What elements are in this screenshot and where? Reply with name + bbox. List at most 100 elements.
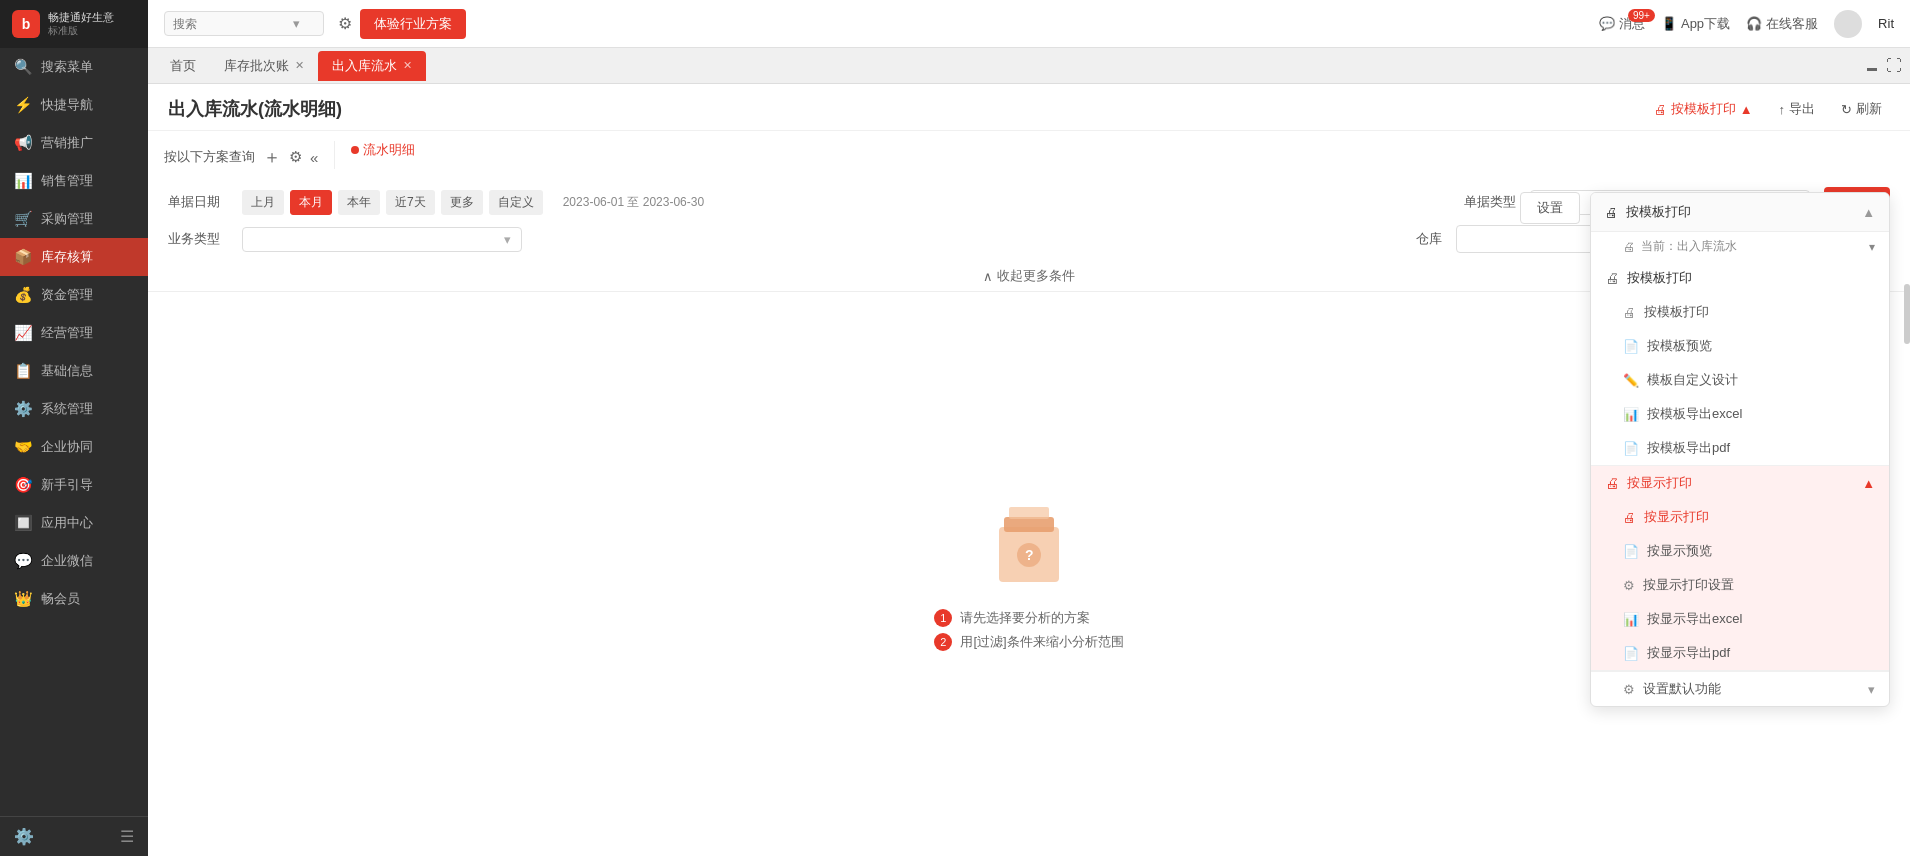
sidebar-marketing-label: 营销推广 [41, 134, 93, 152]
display-export-pdf-label: 按显示导出pdf [1647, 644, 1730, 662]
warehouse-label: 仓库 [1416, 230, 1442, 248]
template-print-item[interactable]: 🖨 按模板打印 [1591, 295, 1889, 329]
date-custom-btn[interactable]: 自定义 [489, 190, 543, 215]
set-default-label: 设置默认功能 [1643, 680, 1721, 698]
display-print-settings-item[interactable]: ⚙ 按显示打印设置 [1591, 568, 1889, 602]
template-export-excel-label: 按模板导出excel [1647, 405, 1742, 423]
template-print-section: 🖨 按模板打印 🖨 按模板打印 📄 按模板预览 ✏️ 模板自定义设计 [1591, 261, 1889, 466]
user-avatar[interactable] [1834, 10, 1862, 38]
date-prev-month-btn[interactable]: 上月 [242, 190, 284, 215]
search-input[interactable] [173, 17, 293, 31]
sidebar-item-apps[interactable]: 🔲应用中心 [0, 504, 148, 542]
sidebar-operations-label: 经营管理 [41, 324, 93, 342]
empty-tip-2: 2 用[过滤]条件来缩小分析范围 [934, 633, 1123, 651]
sidebar-item-collab[interactable]: 🤝企业协同 [0, 428, 148, 466]
tab-minimize-icon[interactable]: 🗕 [1864, 57, 1880, 75]
filter-controls-col: 按以下方案查询 ＋ ⚙ « [164, 141, 335, 169]
message-badge: 99+ [1628, 9, 1655, 22]
display-print-section-header[interactable]: 🖨 按显示打印 ▲ [1591, 466, 1889, 500]
sidebar-item-basic[interactable]: 📋基础信息 [0, 352, 148, 390]
tab-maximize-icon[interactable]: ⛶ [1886, 57, 1902, 75]
biz-type-select[interactable]: ▾ [242, 227, 522, 252]
empty-tip-1: 1 请先选择要分析的方案 [934, 609, 1123, 627]
export-button[interactable]: ↑ 导出 [1771, 96, 1824, 122]
page-actions: 🖨 按模板打印 ▲ ↑ 导出 ↻ 刷新 [1646, 96, 1890, 122]
topbar-gear-icon[interactable]: ⚙ [338, 14, 352, 33]
current-chevron-icon[interactable]: ▾ [1869, 240, 1875, 254]
sidebar-item-search[interactable]: 🔍搜索菜单 [0, 48, 148, 86]
tab-batch-close-icon[interactable]: ✕ [295, 59, 304, 72]
logo-subtitle: 标准版 [48, 24, 114, 38]
sidebar-item-guide[interactable]: 🎯新手引导 [0, 466, 148, 504]
print-current-label: 🖨 当前：出入库流水 ▾ [1591, 232, 1889, 261]
tab-home[interactable]: 首页 [156, 51, 210, 81]
sidebar-item-finance[interactable]: 💰资金管理 [0, 276, 148, 314]
display-export-excel-item[interactable]: 📊 按显示导出excel [1591, 602, 1889, 636]
logo-icon: b [12, 10, 40, 38]
sidebar-inventory-label: 库存核算 [41, 248, 93, 266]
display-preview-item[interactable]: 📄 按显示预览 [1591, 534, 1889, 568]
sidebar-item-purchase[interactable]: 🛒采购管理 [0, 200, 148, 238]
sidebar-operations-icon: 📈 [14, 324, 33, 342]
date-range-display: 2023-06-01 至 2023-06-30 [563, 194, 704, 211]
sidebar-item-member[interactable]: 👑畅会员 [0, 580, 148, 618]
template-export-pdf-item[interactable]: 📄 按模板导出pdf [1591, 431, 1889, 465]
page-title: 出入库流水(流水明细) [168, 97, 342, 121]
sidebar-collab-label: 企业协同 [41, 438, 93, 456]
display-export-pdf-item[interactable]: 📄 按显示导出pdf [1591, 636, 1889, 670]
svg-text:?: ? [1025, 547, 1034, 563]
display-export-excel-icon: 📊 [1623, 612, 1639, 627]
filter-add-icon[interactable]: ＋ [263, 145, 281, 169]
settings-icon[interactable]: ⚙️ [14, 827, 34, 846]
industry-solution-button[interactable]: 体验行业方案 [360, 9, 466, 39]
app-download-button[interactable]: 📱 App下载 [1661, 15, 1730, 33]
filter-settings-icon[interactable]: ⚙ [289, 148, 302, 166]
template-print-section-label: 按模板打印 [1627, 269, 1692, 287]
display-print-section-label: 按显示打印 [1627, 474, 1692, 492]
tag-label: 流水明细 [363, 141, 415, 159]
display-print-section: 🖨 按显示打印 ▲ 🖨 按显示打印 📄 按显示预览 ⚙ 按显示打印设置 [1591, 466, 1889, 671]
date-this-year-btn[interactable]: 本年 [338, 190, 380, 215]
template-preview-item[interactable]: 📄 按模板预览 [1591, 329, 1889, 363]
menu-collapse-icon[interactable]: ☰ [120, 827, 134, 846]
tag-dot-icon [351, 146, 359, 154]
sidebar-wechat-icon: 💬 [14, 552, 33, 570]
message-button[interactable]: 💬 消息 99+ [1599, 15, 1645, 33]
app-icon: 📱 [1661, 16, 1677, 31]
print-dropdown-header-chevron-icon[interactable]: ▲ [1862, 205, 1875, 220]
topbar-right: 💬 消息 99+ 📱 App下载 🎧 在线客服 Rit [1599, 10, 1894, 38]
tab-flow-close-icon[interactable]: ✕ [403, 59, 412, 72]
refresh-button[interactable]: ↻ 刷新 [1833, 96, 1890, 122]
topbar-search-box[interactable]: ▾ [164, 11, 324, 36]
template-export-excel-item[interactable]: 📊 按模板导出excel [1591, 397, 1889, 431]
filter-collapse-icon[interactable]: « [310, 149, 318, 166]
template-print-section-header[interactable]: 🖨 按模板打印 [1591, 261, 1889, 295]
sidebar-logo: b 畅捷通好生意 标准版 [0, 0, 148, 48]
print-template-button[interactable]: 🖨 按模板打印 ▲ [1646, 96, 1761, 122]
settings-button[interactable]: 设置 [1520, 192, 1580, 224]
set-default-item[interactable]: ⚙ 设置默认功能 ▾ [1591, 671, 1889, 706]
sidebar-item-sales[interactable]: 📊销售管理 [0, 162, 148, 200]
date-last7-btn[interactable]: 近7天 [386, 190, 435, 215]
online-service-button[interactable]: 🎧 在线客服 [1746, 15, 1818, 33]
sidebar-item-shortcut[interactable]: ⚡快捷导航 [0, 86, 148, 124]
sidebar-basic-label: 基础信息 [41, 362, 93, 380]
sidebar-member-icon: 👑 [14, 590, 33, 608]
sidebar-item-system[interactable]: ⚙️系统管理 [0, 390, 148, 428]
display-print-item[interactable]: 🖨 按显示打印 [1591, 500, 1889, 534]
empty-illustration: ? [979, 497, 1079, 597]
template-design-item[interactable]: ✏️ 模板自定义设计 [1591, 363, 1889, 397]
export-icon: ↑ [1779, 102, 1786, 117]
date-this-month-btn[interactable]: 本月 [290, 190, 332, 215]
date-more-btn[interactable]: 更多 [441, 190, 483, 215]
sidebar-item-marketing[interactable]: 📢营销推广 [0, 124, 148, 162]
tab-batch[interactable]: 库存批次账 ✕ [210, 51, 318, 81]
print-dropdown-header-icon: 🖨 [1605, 205, 1618, 220]
display-print-item-icon: 🖨 [1623, 510, 1636, 525]
sidebar-item-inventory[interactable]: 📦库存核算 [0, 238, 148, 276]
sidebar-item-wechat[interactable]: 💬 企业微信 [0, 542, 148, 580]
sidebar-item-operations[interactable]: 📈 经营管理 [0, 314, 148, 352]
tab-flow[interactable]: 出入库流水 ✕ [318, 51, 426, 81]
template-preview-icon: 📄 [1623, 339, 1639, 354]
sidebar-wechat-label: 企业微信 [41, 552, 93, 570]
